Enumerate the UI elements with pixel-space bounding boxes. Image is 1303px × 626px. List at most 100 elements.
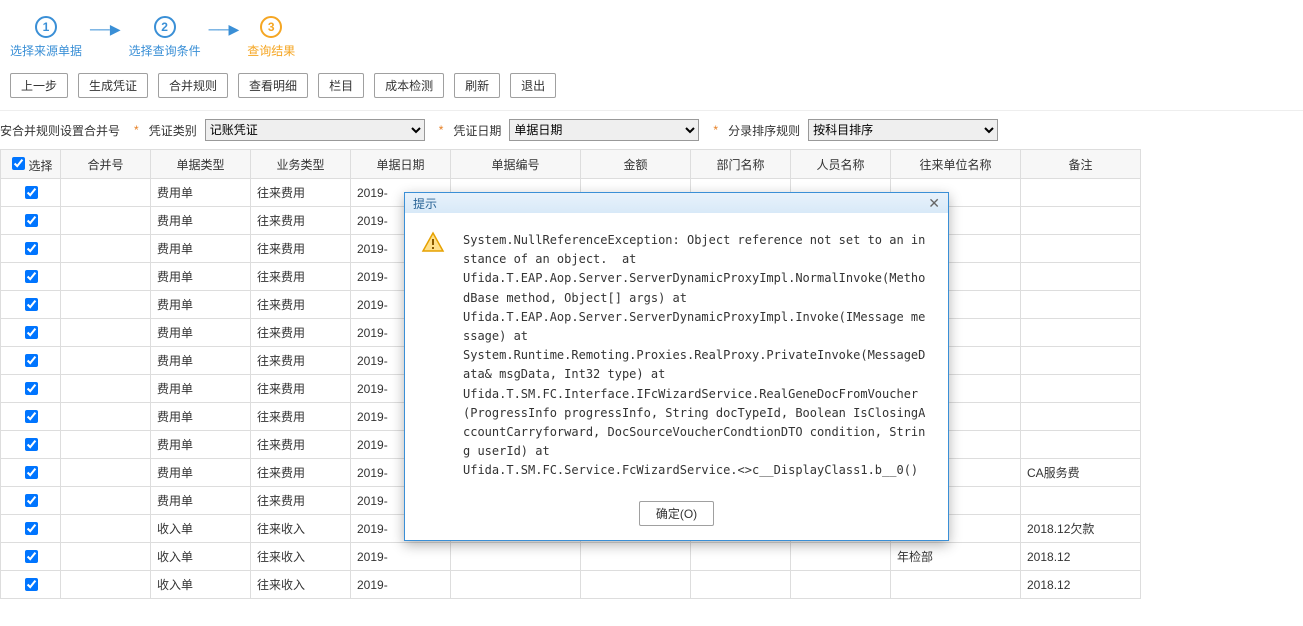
- row-checkbox[interactable]: [25, 550, 38, 563]
- col-doc-type: 单据类型: [151, 150, 251, 179]
- cell-doc-type: 费用单: [151, 487, 251, 515]
- cell-merge-no: [61, 459, 151, 487]
- cell-partner: 年检部: [891, 543, 1021, 571]
- row-checkbox[interactable]: [25, 494, 38, 507]
- cell-remark: [1021, 375, 1141, 403]
- cell-doc-type: 费用单: [151, 179, 251, 207]
- dialog-titlebar[interactable]: 提示 ✕: [405, 193, 948, 213]
- cell-doc-date: 2019-: [351, 543, 451, 571]
- select-all-checkbox[interactable]: [12, 157, 25, 170]
- cell-merge-no: [61, 375, 151, 403]
- cost-check-button[interactable]: 成本检测: [374, 73, 444, 98]
- refresh-button[interactable]: 刷新: [454, 73, 500, 98]
- cell-doc-type: 费用单: [151, 347, 251, 375]
- cell-remark: [1021, 431, 1141, 459]
- row-checkbox[interactable]: [25, 466, 38, 479]
- cell-merge-no: [61, 571, 151, 599]
- cell-remark: [1021, 263, 1141, 291]
- col-select: 选择: [1, 150, 61, 179]
- cell-remark: [1021, 207, 1141, 235]
- cell-merge-no: [61, 515, 151, 543]
- voucher-date-select[interactable]: 单据日期: [509, 119, 699, 141]
- cell-person: [791, 571, 891, 599]
- cell-biz-type: 往来收入: [251, 543, 351, 571]
- cell-doc-type: 费用单: [151, 459, 251, 487]
- step-2[interactable]: 2 选择查询条件: [129, 16, 201, 59]
- cell-biz-type: 往来费用: [251, 487, 351, 515]
- cell-remark: 2018.12: [1021, 571, 1141, 599]
- cell-merge-no: [61, 543, 151, 571]
- table-header-row: 选择 合并号 单据类型 业务类型 单据日期 单据编号 金额 部门名称 人员名称 …: [1, 150, 1141, 179]
- merge-rule-button[interactable]: 合并规则: [158, 73, 228, 98]
- required-marker: *: [134, 123, 139, 137]
- col-person: 人员名称: [791, 150, 891, 179]
- exit-button[interactable]: 退出: [510, 73, 556, 98]
- cell-doc-type: 费用单: [151, 403, 251, 431]
- cell-biz-type: 往来费用: [251, 431, 351, 459]
- close-icon[interactable]: ✕: [928, 195, 940, 212]
- generate-voucher-button[interactable]: 生成凭证: [78, 73, 148, 98]
- cell-remark: [1021, 347, 1141, 375]
- column-button[interactable]: 栏目: [318, 73, 364, 98]
- row-checkbox[interactable]: [25, 522, 38, 535]
- step-3-label: 查询结果: [247, 42, 295, 59]
- cell-remark: CA服务费: [1021, 459, 1141, 487]
- cell-amount: [581, 571, 691, 599]
- col-doc-date: 单据日期: [351, 150, 451, 179]
- cell-dept: [691, 571, 791, 599]
- cell-dept: [691, 543, 791, 571]
- step-1-label: 选择来源单据: [10, 42, 82, 59]
- cell-merge-no: [61, 431, 151, 459]
- cell-amount: [581, 543, 691, 571]
- cell-biz-type: 往来费用: [251, 375, 351, 403]
- voucher-type-select[interactable]: 记账凭证: [205, 119, 425, 141]
- row-checkbox[interactable]: [25, 578, 38, 591]
- row-checkbox[interactable]: [25, 270, 38, 283]
- row-checkbox[interactable]: [25, 354, 38, 367]
- cell-doc-date: 2019-: [351, 571, 451, 599]
- table-row[interactable]: 收入单往来收入2019-年检部2018.12: [1, 543, 1141, 571]
- sort-rule-select[interactable]: 按科目排序: [808, 119, 998, 141]
- cell-doc-type: 费用单: [151, 263, 251, 291]
- prev-button[interactable]: 上一步: [10, 73, 68, 98]
- row-checkbox[interactable]: [25, 214, 38, 227]
- row-checkbox[interactable]: [25, 242, 38, 255]
- cell-biz-type: 往来费用: [251, 291, 351, 319]
- step-2-num: 2: [161, 20, 168, 34]
- step-3-num: 3: [268, 20, 275, 34]
- col-doc-no: 单据编号: [451, 150, 581, 179]
- table-row[interactable]: 收入单往来收入2019-2018.12: [1, 571, 1141, 599]
- cell-remark: [1021, 487, 1141, 515]
- cell-biz-type: 往来费用: [251, 459, 351, 487]
- step-2-label: 选择查询条件: [129, 42, 201, 59]
- required-marker: *: [439, 123, 444, 137]
- cell-merge-no: [61, 403, 151, 431]
- cell-remark: [1021, 235, 1141, 263]
- ok-button[interactable]: 确定(O): [639, 501, 714, 526]
- row-checkbox[interactable]: [25, 410, 38, 423]
- cell-remark: [1021, 319, 1141, 347]
- cell-biz-type: 往来收入: [251, 515, 351, 543]
- row-checkbox[interactable]: [25, 438, 38, 451]
- step-1[interactable]: 1 选择来源单据: [10, 16, 82, 59]
- col-remark: 备注: [1021, 150, 1141, 179]
- row-checkbox[interactable]: [25, 298, 38, 311]
- cell-biz-type: 往来费用: [251, 347, 351, 375]
- cell-biz-type: 往来费用: [251, 263, 351, 291]
- step-1-num: 1: [43, 20, 50, 34]
- cell-doc-type: 费用单: [151, 291, 251, 319]
- cell-doc-no: [451, 543, 581, 571]
- row-checkbox[interactable]: [25, 326, 38, 339]
- filter-bar: 安合并规则设置合并号 * 凭证类别 记账凭证 * 凭证日期 单据日期 * 分录排…: [0, 110, 1303, 149]
- row-checkbox[interactable]: [25, 382, 38, 395]
- col-amount: 金额: [581, 150, 691, 179]
- cell-doc-type: 费用单: [151, 235, 251, 263]
- cell-remark: 2018.12: [1021, 543, 1141, 571]
- cell-merge-no: [61, 487, 151, 515]
- voucher-type-label: 凭证类别: [149, 122, 197, 139]
- row-checkbox[interactable]: [25, 186, 38, 199]
- cell-biz-type: 往来收入: [251, 571, 351, 599]
- cell-doc-type: 费用单: [151, 319, 251, 347]
- error-dialog: 提示 ✕ System.NullReferenceException: Obje…: [404, 192, 949, 541]
- view-detail-button[interactable]: 查看明细: [238, 73, 308, 98]
